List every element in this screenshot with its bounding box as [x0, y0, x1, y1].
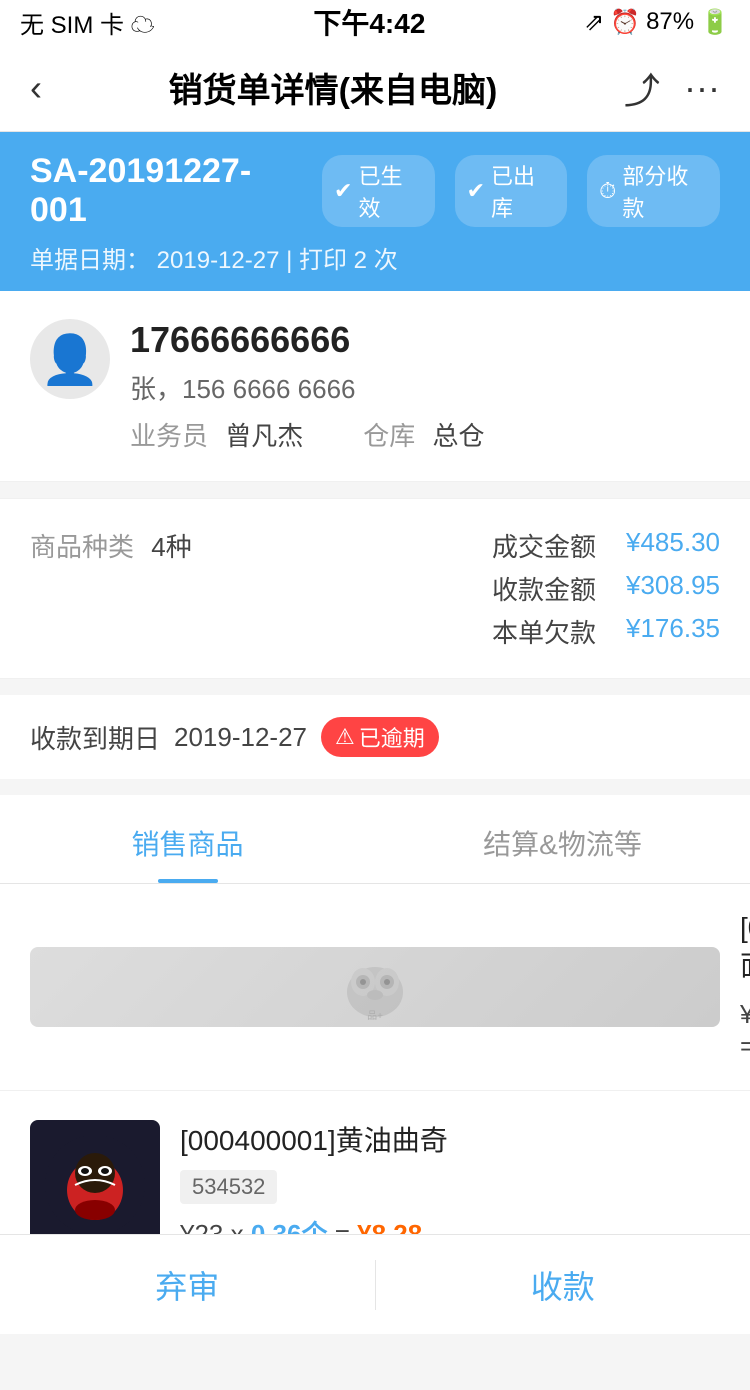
- check-icon: ✔: [334, 178, 352, 204]
- debt-label: 本单欠款: [492, 613, 596, 650]
- sim-label: 无 SIM 卡 ☁: [20, 5, 155, 40]
- price-base-1: ¥40: [740, 999, 750, 1029]
- product-thumbnail-1: 品+: [30, 947, 720, 1027]
- debt-amount: 本单欠款 ¥176.35: [492, 613, 720, 650]
- product-image-svg: [45, 1135, 145, 1235]
- equals-sign-1: =: [740, 1031, 750, 1061]
- nav-bar: ‹ 销货单详情(来自电脑) ⤴ ···: [0, 44, 750, 132]
- deal-value: ¥485.30: [626, 527, 720, 564]
- product-info-2: [000400001]黄油曲奇 534532 ¥23 x 0.36个 = ¥8.…: [180, 1119, 720, 1251]
- battery-label: 87%: [646, 8, 694, 36]
- alarm-icon: ⏰: [610, 8, 640, 37]
- receipt-value: ¥308.95: [626, 570, 720, 607]
- type-count: 4种: [151, 532, 191, 562]
- customer-name-phone: 张，156 6666 6666: [130, 369, 720, 406]
- status-left: 无 SIM 卡 ☁: [20, 5, 155, 40]
- product-price-1: ¥40 x 5袋 = ¥199.99: [740, 994, 750, 1062]
- deal-label: 成交金额: [492, 527, 596, 564]
- customer-id: 17666666666: [130, 319, 720, 361]
- product-name-1: [0000002]面包: [740, 912, 750, 984]
- list-item: 品+ [0000002]面包 ¥40 x 5袋 = ¥199.99: [0, 884, 750, 1091]
- customer-meta: 业务员 曾凡杰 仓库 总仓: [130, 416, 720, 453]
- order-id: SA-20191227-001: [30, 152, 302, 230]
- badge-partial: ⏱ 部分收款: [587, 155, 720, 227]
- more-button[interactable]: ···: [684, 67, 720, 109]
- product-thumbnail-2: [30, 1120, 160, 1250]
- product-name-2: [000400001]黄油曲奇: [180, 1119, 720, 1159]
- order-header-banner: SA-20191227-001 ✔ 已生效 ✔ 已出库 ⏱ 部分收款 单据日期：…: [0, 132, 750, 291]
- avatar-icon: 👤: [40, 331, 100, 388]
- stats-row: 商品种类 4种 成交金额 ¥485.30 收款金额 ¥308.95 本单欠款 ¥…: [30, 527, 720, 650]
- due-date-value: 2019-12-27: [174, 722, 307, 753]
- tab-settlement-logistics[interactable]: 结算&物流等: [375, 795, 750, 883]
- separator: |: [286, 247, 299, 274]
- product-sku-2: 534532: [180, 1170, 277, 1204]
- receipt-label: 收款金额: [492, 570, 596, 607]
- check-icon-2: ✔: [467, 178, 485, 204]
- warehouse-value: 总仓: [433, 421, 485, 451]
- location-icon: ⇗: [584, 8, 604, 37]
- clock-icon: ⏱: [599, 178, 616, 204]
- svg-text:品+: 品+: [367, 1010, 383, 1022]
- banner-row-badges: SA-20191227-001 ✔ 已生效 ✔ 已出库 ⏱ 部分收款: [30, 152, 720, 230]
- battery-icon: 🔋: [700, 8, 730, 37]
- due-date-section: 收款到期日 2019-12-27 ⚠ 已逾期: [0, 695, 750, 779]
- bottom-action-bar: 弃审 收款: [0, 1234, 750, 1334]
- receipt-amount: 收款金额 ¥308.95: [492, 570, 720, 607]
- owl-icon: 品+: [335, 947, 415, 1027]
- tab-sales-products[interactable]: 销售商品: [0, 795, 375, 883]
- product-tabs: 销售商品 结算&物流等: [0, 795, 750, 884]
- sales-person: 曾凡杰: [225, 421, 303, 451]
- nav-actions: ⤴ ···: [624, 62, 720, 114]
- warning-icon: ⚠: [335, 724, 355, 750]
- page-title: 销货单详情(来自电脑): [169, 63, 498, 112]
- deal-amount: 成交金额 ¥485.30: [492, 527, 720, 564]
- warehouse-meta: 仓库 总仓: [363, 416, 484, 453]
- debt-value: ¥176.35: [626, 613, 720, 650]
- print-info: 打印 2 次: [299, 247, 398, 274]
- date-label: 单据日期：: [30, 247, 150, 274]
- collect-button[interactable]: 收款: [376, 1235, 750, 1334]
- stats-section: 商品种类 4种 成交金额 ¥485.30 收款金额 ¥308.95 本单欠款 ¥…: [0, 498, 750, 679]
- product-type-count: 商品种类 4种: [30, 527, 192, 564]
- reject-button[interactable]: 弃审: [0, 1235, 375, 1334]
- warehouse-label: 仓库: [363, 421, 415, 451]
- share-button[interactable]: ⤴: [624, 62, 660, 114]
- avatar: 👤: [30, 319, 110, 399]
- order-date: 2019-12-27: [157, 247, 280, 274]
- status-right: ⇗ ⏰ 87% 🔋: [584, 8, 730, 37]
- sales-meta: 业务员 曾凡杰: [130, 416, 303, 453]
- sales-label: 业务员: [130, 421, 208, 451]
- badge-effective: ✔ 已生效: [322, 155, 435, 227]
- financial-stats: 成交金额 ¥485.30 收款金额 ¥308.95 本单欠款 ¥176.35: [492, 527, 720, 650]
- back-button[interactable]: ‹: [30, 67, 42, 109]
- type-label: 商品种类: [30, 532, 134, 562]
- status-bar: 无 SIM 卡 ☁ 下午4:42 ⇗ ⏰ 87% 🔋: [0, 0, 750, 44]
- badge-shipped: ✔ 已出库: [455, 155, 568, 227]
- overdue-badge: ⚠ 已逾期: [321, 717, 439, 757]
- customer-section: 👤 17666666666 张，156 6666 6666 业务员 曾凡杰 仓库…: [0, 291, 750, 482]
- overdue-label: 已逾期: [359, 721, 425, 753]
- status-time: 下午4:42: [313, 2, 425, 42]
- product-list: 品+ [0000002]面包 ¥40 x 5袋 = ¥199.99: [0, 884, 750, 1280]
- customer-info: 17666666666 张，156 6666 6666 业务员 曾凡杰 仓库 总…: [130, 319, 720, 453]
- product-info-1: [0000002]面包 ¥40 x 5袋 = ¥199.99: [740, 912, 750, 1062]
- due-date-label: 收款到期日: [30, 719, 160, 756]
- banner-date-row: 单据日期： 2019-12-27 | 打印 2 次: [30, 240, 720, 275]
